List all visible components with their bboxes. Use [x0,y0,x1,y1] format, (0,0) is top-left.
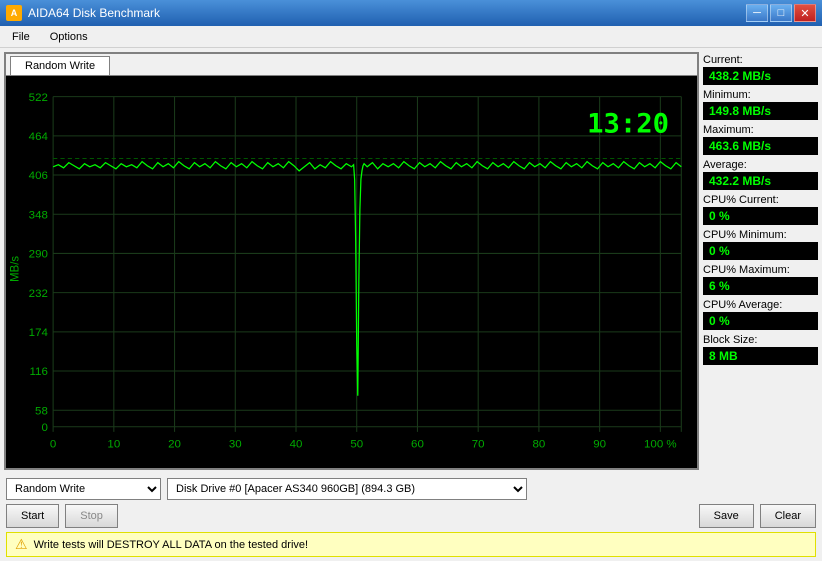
svg-text:20: 20 [168,438,181,450]
svg-text:60: 60 [411,438,424,450]
cpu-maximum-value: 6 % [703,277,818,295]
current-value: 438.2 MB/s [703,67,818,85]
svg-text:348: 348 [29,209,48,221]
stat-cpu-average: CPU% Average: 0 % [703,299,818,330]
maximize-button[interactable]: □ [770,4,792,22]
svg-text:116: 116 [30,366,48,378]
chart-area: 522 464 406 348 290 232 174 116 58 0 MB/… [6,76,697,468]
title-bar-left: A AIDA64 Disk Benchmark [6,5,160,21]
stat-block-size: Block Size: 8 MB [703,334,818,365]
stat-maximum: Maximum: 463.6 MB/s [703,124,818,155]
svg-text:406: 406 [29,170,48,182]
svg-text:174: 174 [29,327,49,339]
svg-text:0: 0 [50,438,56,450]
controls-row2: Start Stop Save Clear [6,504,816,528]
minimum-label: Minimum: [703,89,818,101]
block-size-label: Block Size: [703,334,818,346]
warning-bar: ⚠ Write tests will DESTROY ALL DATA on t… [6,532,816,557]
svg-text:40: 40 [290,438,303,450]
svg-text:100 %: 100 % [644,438,677,450]
controls-row1: Random Write Sequential Read Sequential … [6,478,816,500]
stop-button[interactable]: Stop [65,504,118,528]
cpu-current-value: 0 % [703,207,818,225]
minimize-button[interactable]: ─ [746,4,768,22]
svg-text:13:20: 13:20 [587,109,669,140]
cpu-minimum-value: 0 % [703,242,818,260]
app-icon: A [6,5,22,21]
svg-text:30: 30 [229,438,242,450]
tab-random-write[interactable]: Random Write [10,56,110,75]
svg-text:MB/s: MB/s [9,256,21,282]
average-value: 432.2 MB/s [703,172,818,190]
chart-tabs: Random Write [6,54,697,76]
svg-text:0: 0 [41,422,47,434]
close-button[interactable]: ✕ [794,4,816,22]
clear-button[interactable]: Clear [760,504,816,528]
stat-cpu-current: CPU% Current: 0 % [703,194,818,225]
maximum-value: 463.6 MB/s [703,137,818,155]
chart-panel: Random Write [4,52,699,470]
svg-text:50: 50 [350,438,363,450]
drive-dropdown[interactable]: Disk Drive #0 [Apacer AS340 960GB] (894.… [167,478,527,500]
menu-file[interactable]: File [4,29,38,45]
menu-bar: File Options [0,26,822,48]
main-container: Random Write [0,48,822,561]
title-bar-buttons: ─ □ ✕ [746,4,816,22]
chart-svg: 522 464 406 348 290 232 174 116 58 0 MB/… [6,76,697,468]
stat-cpu-minimum: CPU% Minimum: 0 % [703,229,818,260]
svg-text:70: 70 [472,438,485,450]
cpu-current-label: CPU% Current: [703,194,818,206]
svg-text:80: 80 [533,438,546,450]
save-button[interactable]: Save [699,504,754,528]
current-label: Current: [703,54,818,66]
cpu-average-label: CPU% Average: [703,299,818,311]
right-panel: Current: 438.2 MB/s Minimum: 149.8 MB/s … [703,52,818,470]
title-bar: A AIDA64 Disk Benchmark ─ □ ✕ [0,0,822,26]
maximum-label: Maximum: [703,124,818,136]
start-button[interactable]: Start [6,504,59,528]
bottom-controls: Random Write Sequential Read Sequential … [0,474,822,561]
stat-average: Average: 432.2 MB/s [703,159,818,190]
content-area: Random Write [0,48,822,474]
warning-text: Write tests will DESTROY ALL DATA on the… [34,539,309,551]
stat-minimum: Minimum: 149.8 MB/s [703,89,818,120]
svg-text:464: 464 [29,131,49,143]
stat-cpu-maximum: CPU% Maximum: 6 % [703,264,818,295]
svg-text:290: 290 [29,249,48,261]
menu-options[interactable]: Options [42,29,96,45]
minimum-value: 149.8 MB/s [703,102,818,120]
cpu-minimum-label: CPU% Minimum: [703,229,818,241]
svg-text:522: 522 [29,92,48,104]
warning-icon: ⚠ [15,536,28,553]
average-label: Average: [703,159,818,171]
svg-text:58: 58 [35,405,48,417]
test-type-dropdown[interactable]: Random Write Sequential Read Sequential … [6,478,161,500]
block-size-value: 8 MB [703,347,818,365]
cpu-maximum-label: CPU% Maximum: [703,264,818,276]
svg-text:232: 232 [29,288,48,300]
cpu-average-value: 0 % [703,312,818,330]
app-title: AIDA64 Disk Benchmark [28,6,160,20]
svg-text:90: 90 [593,438,606,450]
stat-current: Current: 438.2 MB/s [703,54,818,85]
svg-text:10: 10 [107,438,120,450]
